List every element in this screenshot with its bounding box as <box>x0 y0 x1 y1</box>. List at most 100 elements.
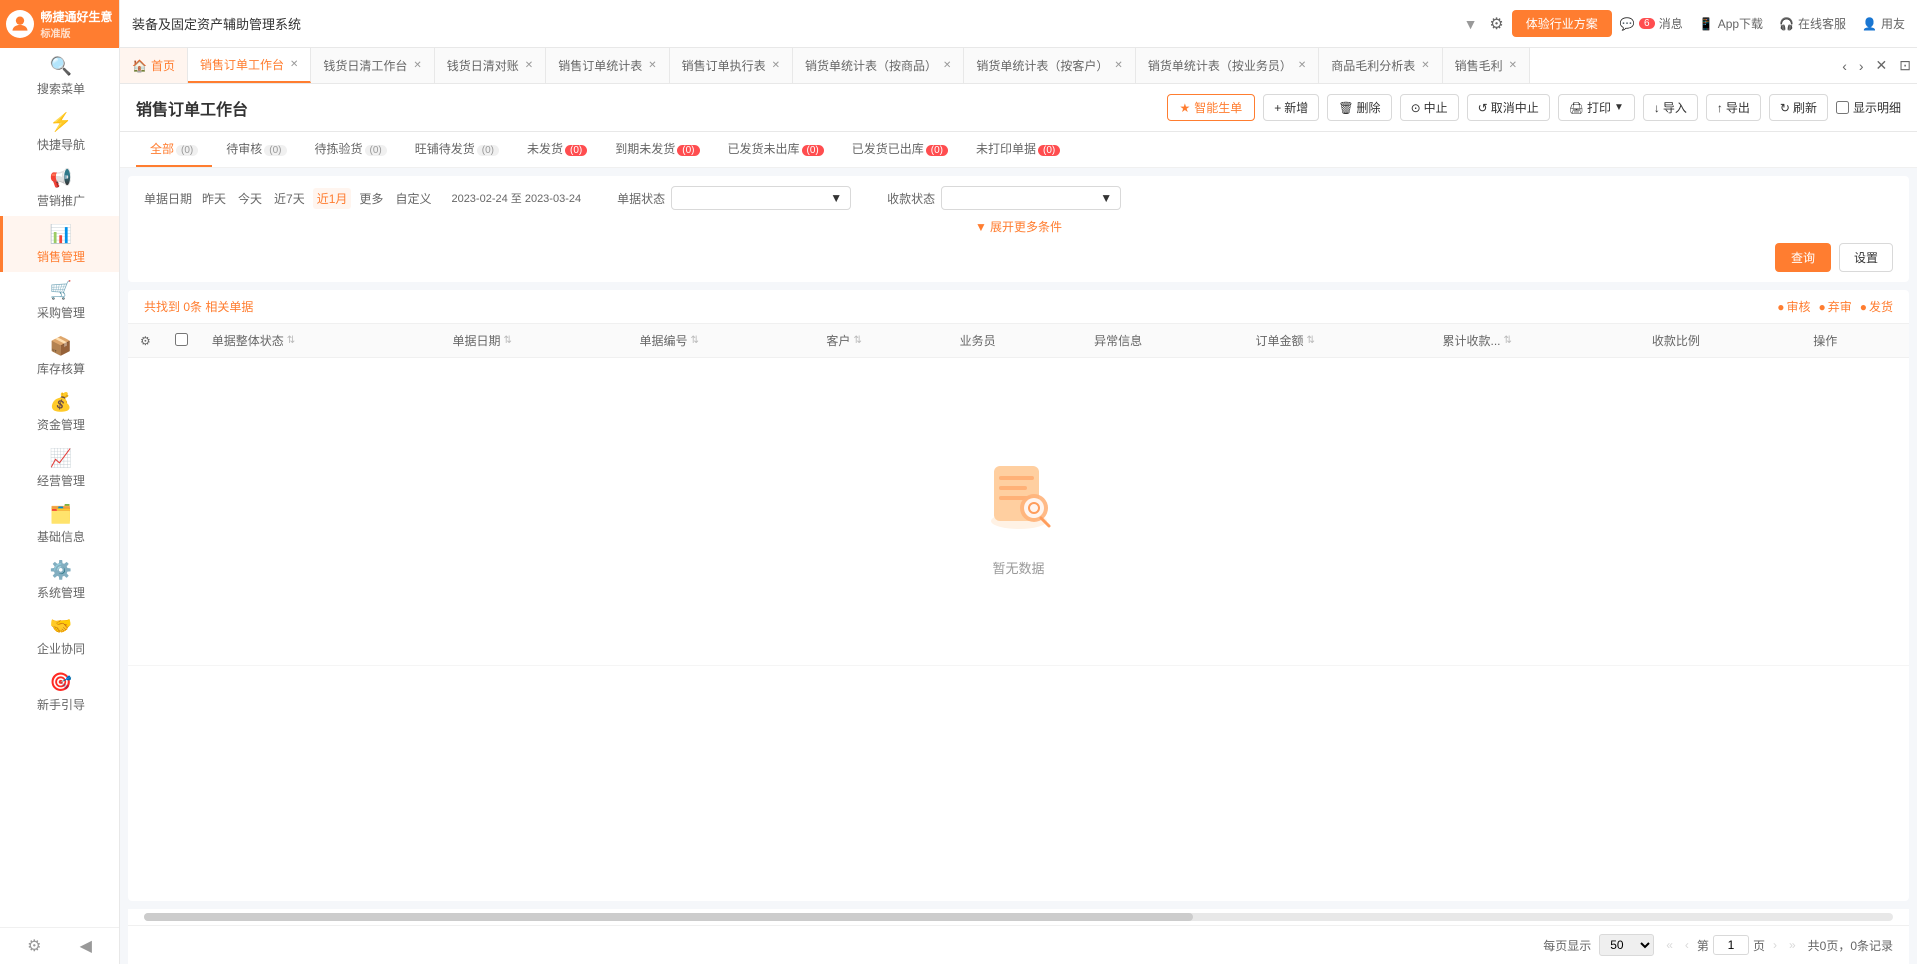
subtab-shipped-out[interactable]: 已发货已出库(0) <box>838 132 962 167</box>
tab-maximize-btn[interactable]: ⊡ <box>1893 57 1917 74</box>
payment-select[interactable]: ▼ <box>941 186 1121 210</box>
tab-sales-exec-close[interactable]: ✕ <box>772 60 780 71</box>
tab-sales-stats[interactable]: 销售订单统计表 ✕ <box>546 48 669 83</box>
date-1month[interactable]: 近1月 <box>313 188 352 209</box>
cooperation-icon: 🤝 <box>50 616 72 637</box>
op-ship-btn[interactable]: ● 发货 <box>1860 298 1893 315</box>
op-cancel-audit-btn[interactable]: ● 弃审 <box>1818 298 1851 315</box>
tab-sales-profit-close[interactable]: ✕ <box>1509 60 1517 71</box>
th-collected[interactable]: 累计收款...⇅ <box>1430 324 1639 358</box>
op-audit-btn[interactable]: ● 审核 <box>1777 298 1810 315</box>
show-detail-checkbox[interactable] <box>1836 101 1849 114</box>
tab-next-btn[interactable]: › <box>1853 58 1870 74</box>
settings-icon[interactable]: ⚙ <box>27 936 41 956</box>
query-btn[interactable]: 查询 <box>1775 243 1831 272</box>
industry-btn[interactable]: 体验行业方案 <box>1512 10 1612 37</box>
th-date[interactable]: 单据日期⇅ <box>441 324 628 358</box>
tab-cash-daily[interactable]: 钱货日清工作台 ✕ <box>311 48 434 83</box>
import-btn[interactable]: ↓ 导入 <box>1643 94 1698 121</box>
subtab-overdue-not-shipped[interactable]: 到期未发货(0) <box>601 132 713 167</box>
tab-sales-by-customer[interactable]: 销货单统计表（按客户） ✕ <box>964 48 1135 83</box>
refresh-btn[interactable]: ↻ 刷新 <box>1769 94 1828 121</box>
select-all-checkbox[interactable] <box>175 333 188 346</box>
tab-sales-by-staff-close[interactable]: ✕ <box>1298 60 1306 71</box>
tab-home[interactable]: 🏠 首页 <box>120 48 188 83</box>
expand-more-btn[interactable]: ▼ 展开更多条件 <box>975 218 1062 235</box>
date-7days[interactable]: 近7天 <box>270 188 309 209</box>
tab-cash-reconcile-close[interactable]: ✕ <box>525 60 533 71</box>
date-more[interactable]: 更多 <box>355 188 387 209</box>
user-item[interactable]: 👤 用友 <box>1862 15 1905 32</box>
delete-btn[interactable]: 🗑 删除 <box>1327 94 1391 121</box>
page-next-btn[interactable]: › <box>1769 936 1781 954</box>
collapse-icon[interactable]: ◀ <box>80 936 92 956</box>
show-detail-label[interactable]: 显示明细 <box>1836 99 1901 116</box>
app-download-item[interactable]: 📱 App下载 <box>1699 15 1763 32</box>
tab-gross-margin[interactable]: 商品毛利分析表 ✕ <box>1319 48 1442 83</box>
tab-sales-by-product[interactable]: 销货单统计表（按商品） ✕ <box>793 48 964 83</box>
cancel-stop-btn[interactable]: ↺ 取消中止 <box>1467 94 1550 121</box>
tab-sales-by-staff[interactable]: 销货单统计表（按业务员） ✕ <box>1136 48 1319 83</box>
date-custom[interactable]: 自定义 <box>391 188 435 209</box>
stop-btn[interactable]: ⊙ 中止 <box>1400 94 1459 121</box>
per-page-select[interactable]: 50 20 100 <box>1599 934 1654 956</box>
tab-close-all-btn[interactable]: ✕ <box>1870 57 1894 74</box>
th-amount[interactable]: 订单金额⇅ <box>1244 324 1431 358</box>
tab-sales-workbench[interactable]: 销售订单工作台 ✕ <box>188 48 311 83</box>
sidebar-item-purchase[interactable]: 🛒 采购管理 <box>0 272 119 328</box>
tab-gross-margin-close[interactable]: ✕ <box>1421 60 1429 71</box>
sidebar-item-cooperation[interactable]: 🤝 企业协同 <box>0 608 119 664</box>
gear-icon[interactable]: ⚙ <box>1489 14 1503 34</box>
print-btn[interactable]: 🖨 打印 ▼ <box>1558 94 1635 121</box>
subtab-wangpu[interactable]: 旺铺待发货(0) <box>401 132 513 167</box>
export-btn[interactable]: ↑ 导出 <box>1706 94 1761 121</box>
sidebar-item-inventory[interactable]: 📦 库存核算 <box>0 328 119 384</box>
date-today[interactable]: 今天 <box>234 188 266 209</box>
tab-sales-workbench-close[interactable]: ✕ <box>290 59 298 70</box>
status-select[interactable]: ▼ <box>671 186 851 210</box>
sidebar-item-operations[interactable]: 📈 经营管理 <box>0 440 119 496</box>
subtab-shipped-not-in[interactable]: 已发货未出库(0) <box>714 132 838 167</box>
expand-icon[interactable]: ▼ <box>1464 16 1478 32</box>
subtab-pending-audit[interactable]: 待审核(0) <box>212 132 300 167</box>
sidebar-item-system[interactable]: ⚙️ 系统管理 <box>0 552 119 608</box>
setting-btn[interactable]: 设置 <box>1839 243 1893 272</box>
subtab-all[interactable]: 全部(0) <box>136 132 212 167</box>
tab-sales-by-product-close[interactable]: ✕ <box>943 60 951 71</box>
subtab-not-printed[interactable]: 未打印单据(0) <box>962 132 1074 167</box>
tab-cash-daily-close[interactable]: ✕ <box>413 60 421 71</box>
page-prev-btn[interactable]: ‹ <box>1681 936 1693 954</box>
th-checkbox[interactable] <box>163 324 200 358</box>
scrollbar-thumb[interactable] <box>144 913 1193 921</box>
expand-label: 展开更多条件 <box>990 218 1062 235</box>
th-status[interactable]: 单据整体状态⇅ <box>200 324 441 358</box>
th-config[interactable]: ⚙ <box>128 324 163 358</box>
th-customer[interactable]: 客户⇅ <box>814 324 947 358</box>
tab-cash-reconcile[interactable]: 钱货日清对账 ✕ <box>435 48 546 83</box>
sidebar-item-guide[interactable]: 🎯 新手引导 <box>0 664 119 720</box>
sidebar-item-quick-nav[interactable]: ⚡ 快捷导航 <box>0 104 119 160</box>
tab-sales-by-customer-close[interactable]: ✕ <box>1114 60 1122 71</box>
sidebar-item-finance[interactable]: 💰 资金管理 <box>0 384 119 440</box>
sidebar-item-marketing[interactable]: 📢 营销推广 <box>0 160 119 216</box>
date-yesterday[interactable]: 昨天 <box>198 188 230 209</box>
page-first-btn[interactable]: « <box>1662 936 1677 954</box>
sidebar-item-search[interactable]: 🔍 搜索菜单 <box>0 48 119 104</box>
new-btn[interactable]: + 新增 <box>1263 94 1319 121</box>
subtab-not-shipped[interactable]: 未发货(0) <box>513 132 601 167</box>
sidebar-item-basic-info[interactable]: 🗂️ 基础信息 <box>0 496 119 552</box>
tab-sales-profit[interactable]: 销售毛利 ✕ <box>1443 48 1530 83</box>
tab-prev-btn[interactable]: ‹ <box>1836 58 1853 74</box>
message-item[interactable]: 💬 6 消息 <box>1620 15 1683 32</box>
page-last-btn[interactable]: » <box>1785 936 1800 954</box>
horizontal-scrollbar[interactable] <box>144 913 1893 921</box>
import-icon: ↓ <box>1654 101 1660 115</box>
smart-btn[interactable]: ★ 智能生单 <box>1167 94 1256 121</box>
th-number[interactable]: 单据编号⇅ <box>627 324 814 358</box>
sidebar-item-sales[interactable]: 📊 销售管理 <box>0 216 119 272</box>
subtab-pending-inspect[interactable]: 待拣验货(0) <box>301 132 401 167</box>
page-input[interactable] <box>1713 935 1749 955</box>
tab-sales-exec[interactable]: 销售订单执行表 ✕ <box>670 48 793 83</box>
tab-sales-stats-close[interactable]: ✕ <box>648 60 656 71</box>
online-service-item[interactable]: 🎧 在线客服 <box>1779 15 1846 32</box>
